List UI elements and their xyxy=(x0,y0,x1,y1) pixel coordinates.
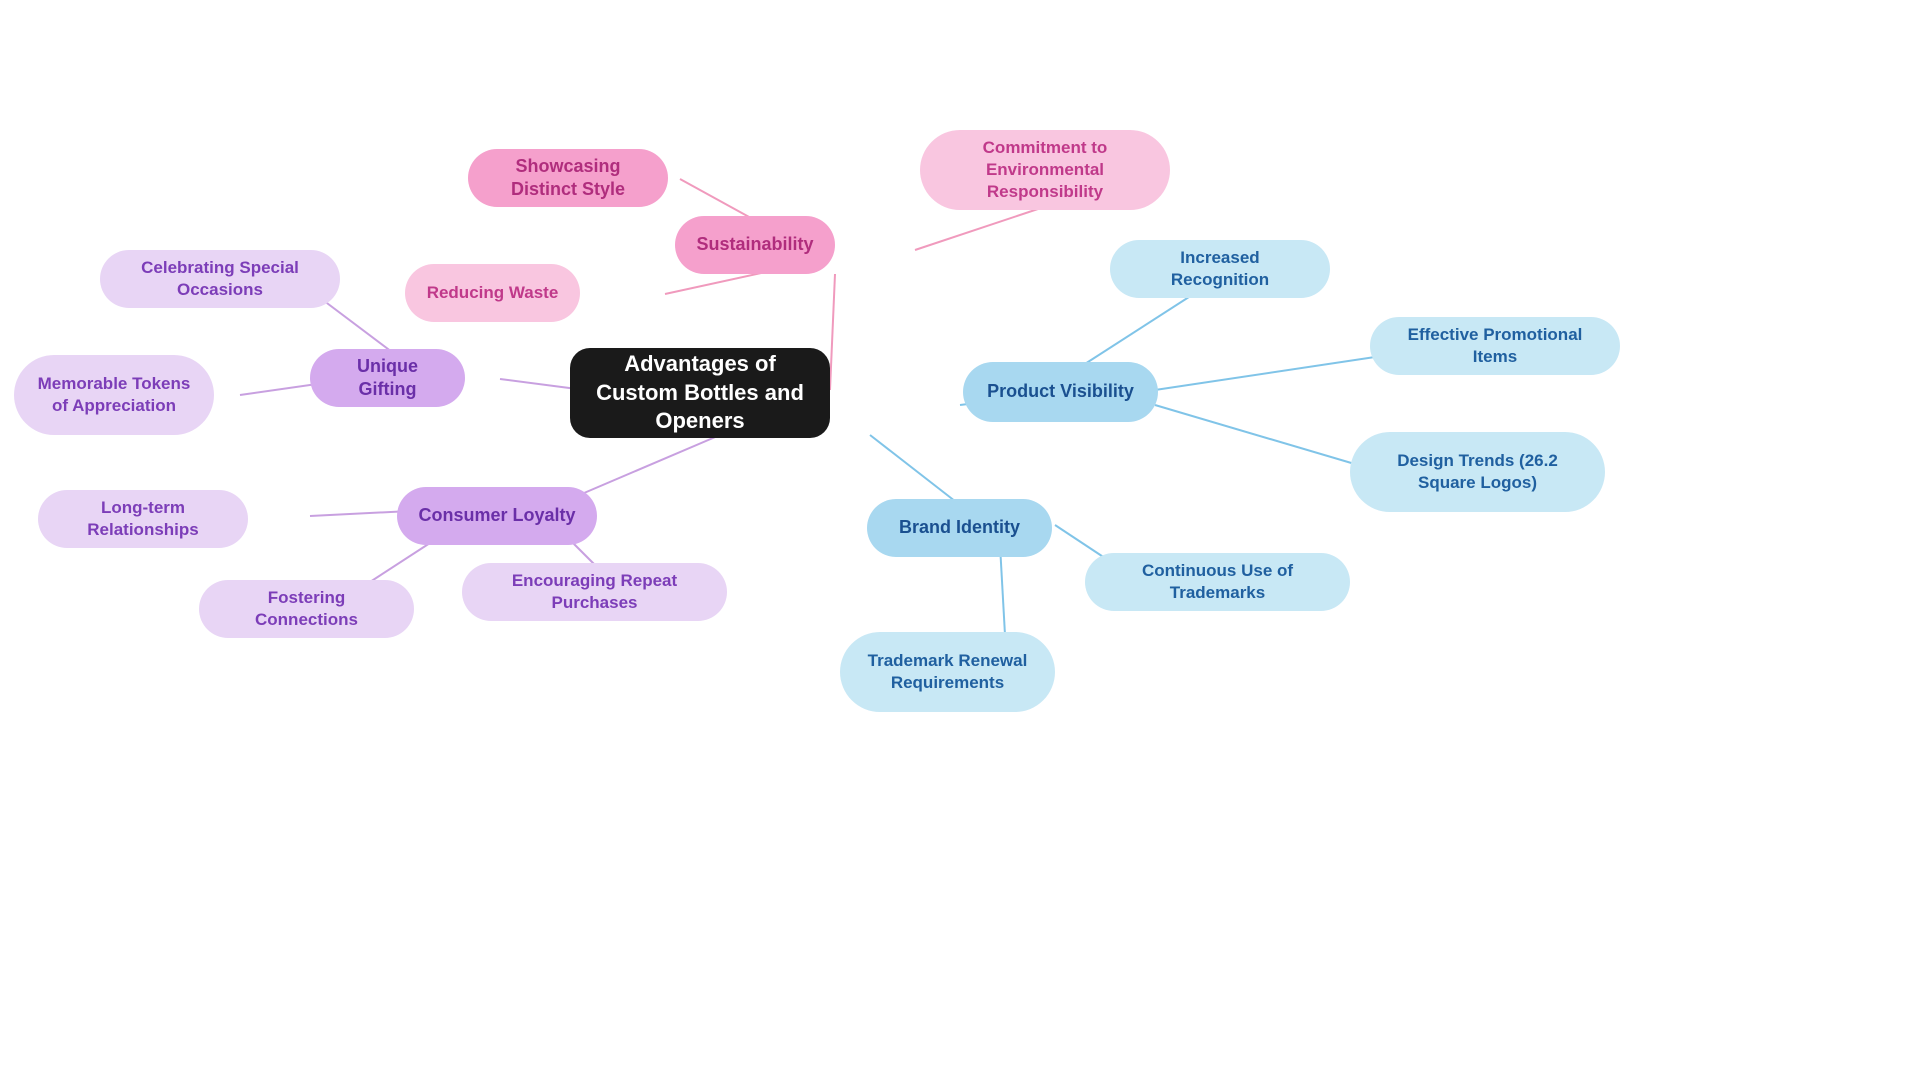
node-brand-identity: Brand Identity xyxy=(867,499,1052,557)
node-sustainability: Sustainability xyxy=(675,216,835,274)
node-long-term: Long-term Relationships xyxy=(38,490,248,548)
node-design-trends: Design Trends (26.2 Square Logos) xyxy=(1350,432,1605,512)
mindmap: Advantages of Custom Bottles and Openers… xyxy=(0,0,1920,1083)
node-reducing-waste: Reducing Waste xyxy=(405,264,580,322)
node-memorable: Memorable Tokens of Appreciation xyxy=(14,355,214,435)
node-commitment: Commitment to Environmental Responsibili… xyxy=(920,130,1170,210)
center-node: Advantages of Custom Bottles and Openers xyxy=(570,348,830,438)
node-product-visibility: Product Visibility xyxy=(963,362,1158,422)
node-increased-recognition: Increased Recognition xyxy=(1110,240,1330,298)
node-encouraging: Encouraging Repeat Purchases xyxy=(462,563,727,621)
node-celebrating: Celebrating Special Occasions xyxy=(100,250,340,308)
node-effective-promotional: Effective Promotional Items xyxy=(1370,317,1620,375)
node-fostering: Fostering Connections xyxy=(199,580,414,638)
node-unique-gifting: Unique Gifting xyxy=(310,349,465,407)
node-trademark-renewal: Trademark Renewal Requirements xyxy=(840,632,1055,712)
node-continuous-use: Continuous Use of Trademarks xyxy=(1085,553,1350,611)
node-showcasing: Showcasing Distinct Style xyxy=(468,149,668,207)
node-consumer-loyalty: Consumer Loyalty xyxy=(397,487,597,545)
